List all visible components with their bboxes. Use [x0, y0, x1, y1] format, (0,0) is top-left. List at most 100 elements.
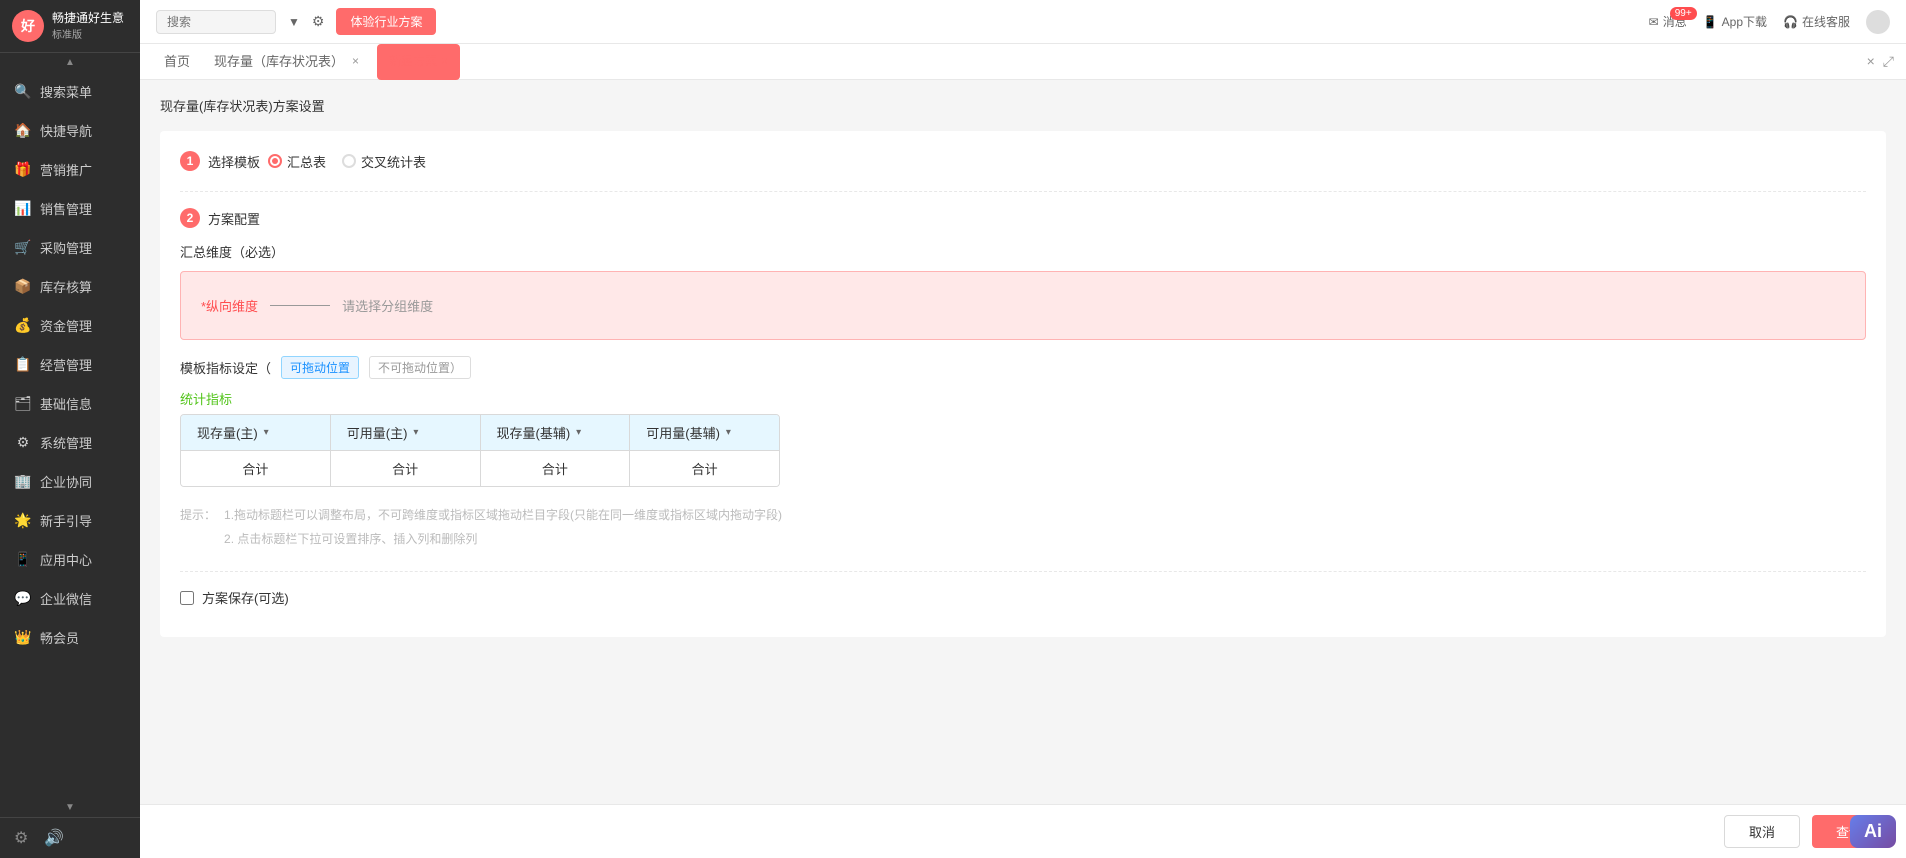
app-name: 畅捷通好生意	[52, 11, 124, 27]
app-logo: 好 畅捷通好生意 标准版	[0, 0, 140, 53]
step1-badge: 1	[180, 151, 200, 171]
radio-cross[interactable]: 交叉统计表	[342, 152, 426, 171]
sidebar-item-member[interactable]: 👑 畅会员	[0, 618, 140, 657]
sidebar-item-label: 新手引导	[40, 511, 92, 530]
dimension-box[interactable]: *纵向维度 请选择分组维度	[180, 271, 1866, 340]
radio-summary[interactable]: 汇总表	[268, 152, 326, 171]
basic-info-icon: 🗂	[14, 395, 32, 413]
stats-col-inventory-main[interactable]: 现存量(主) ▾	[181, 415, 331, 450]
col-available-aux-chevron[interactable]: ▾	[726, 427, 731, 438]
step1-title: 选择模板	[208, 152, 260, 171]
online-service-btn[interactable]: 🎧 在线客服	[1783, 13, 1850, 30]
page-title: 现存量(库存状况表)方案设置	[160, 96, 1886, 115]
divider2	[180, 571, 1866, 572]
sidebar-item-label: 库存核算	[40, 277, 92, 296]
col-available-main-chevron[interactable]: ▾	[413, 427, 418, 438]
sidebar-item-basic-info[interactable]: 🗂 基础信息	[0, 384, 140, 423]
footer: 取消 查询	[140, 804, 1906, 858]
sidebar-item-label: 应用中心	[40, 550, 92, 569]
stats-col-available-main[interactable]: 可用量(主) ▾	[331, 415, 481, 450]
sidebar-item-label: 采购管理	[40, 238, 92, 257]
dimension-line	[270, 305, 330, 306]
stats-body-row: 合计 合计 合计 合计	[181, 450, 779, 486]
app-edition: 标准版	[52, 26, 124, 41]
sidebar-settings-icon[interactable]: ⚙	[14, 828, 28, 848]
tip2: 提示： 2. 点击标题栏下拉可设置排序、插入列和删除列	[180, 527, 1866, 551]
col-inventory-aux-label: 现存量(基辅)	[497, 423, 571, 442]
drag-position-badge: 可拖动位置	[281, 356, 359, 379]
sidebar-item-enterprise[interactable]: 🏢 企业协同	[0, 462, 140, 501]
dimension-section-label: 汇总维度（必选）	[180, 242, 1866, 261]
col-inventory-main-label: 现存量(主)	[197, 423, 258, 442]
sidebar-item-sales[interactable]: 📊 销售管理	[0, 189, 140, 228]
sidebar-sound-icon[interactable]: 🔊	[44, 828, 64, 848]
messages-btn[interactable]: ✉ 消息 99+	[1649, 13, 1687, 30]
stats-table: 现存量(主) ▾ 可用量(主) ▾ 现存量(基辅) ▾	[180, 414, 780, 487]
tab-home-label: 首页	[164, 51, 190, 70]
save-checkbox[interactable]	[180, 591, 194, 605]
purchase-icon: 🛒	[14, 239, 32, 257]
tab-inventory-status[interactable]: 现存量（库存状况表） ×	[202, 44, 373, 80]
sidebar-item-finance[interactable]: 💰 资金管理	[0, 306, 140, 345]
sidebar-item-newbie[interactable]: 🌟 新手引导	[0, 501, 140, 540]
search-input[interactable]	[156, 10, 276, 34]
wechat-icon: 💬	[14, 590, 32, 608]
tab-new-label: 新建方案	[389, 52, 437, 69]
app-name-block: 畅捷通好生意 标准版	[52, 11, 124, 42]
user-avatar[interactable]	[1866, 10, 1890, 34]
operation-icon: 📋	[14, 356, 32, 374]
window-close-icon[interactable]: ×	[1867, 53, 1875, 70]
newbie-icon: 🌟	[14, 512, 32, 530]
cancel-button[interactable]: 取消	[1724, 815, 1800, 848]
quick-nav-icon: 🏠	[14, 122, 32, 140]
marketing-icon: 🎁	[14, 161, 32, 179]
app-download-label: App下载	[1722, 13, 1767, 30]
header-settings-icon[interactable]: ⚙	[312, 13, 325, 30]
radio-cross-dot	[342, 154, 356, 168]
template-settings: 模板指标设定（ 可拖动位置 不可拖动位置）	[180, 356, 1866, 379]
system-icon: ⚙	[14, 434, 32, 452]
tab-inventory-close[interactable]: ×	[350, 54, 361, 68]
sidebar-item-purchase[interactable]: 🛒 采购管理	[0, 228, 140, 267]
step1-section: 1 选择模板 汇总表 交叉统计表	[180, 151, 1866, 171]
search-menu-icon: 🔍	[14, 83, 32, 101]
app-center-icon: 📱	[14, 551, 32, 569]
app-logo-icon: 好	[12, 10, 44, 42]
tab-home[interactable]: 首页	[152, 44, 202, 80]
sidebar-item-marketing[interactable]: 🎁 营销推广	[0, 150, 140, 189]
stats-col-available-aux[interactable]: 可用量(基辅) ▾	[630, 415, 779, 450]
enterprise-icon: 🏢	[14, 473, 32, 491]
sidebar-item-wechat[interactable]: 💬 企业微信	[0, 579, 140, 618]
save-label: 方案保存(可选)	[202, 588, 289, 607]
header-dropdown-icon[interactable]: ▼	[288, 15, 300, 29]
sidebar-scroll-down[interactable]: ▼	[0, 798, 140, 817]
stats-col-inventory-aux[interactable]: 现存量(基辅) ▾	[481, 415, 631, 450]
tips-section: 提示： 1.拖动标题栏可以调整布局，不可跨维度或指标区域拖动栏目字段(只能在同一…	[180, 503, 1866, 551]
sidebar-item-quick-nav[interactable]: 🏠 快捷导航	[0, 111, 140, 150]
tip2-text: 2. 点击标题栏下拉可设置排序、插入列和删除列	[224, 527, 477, 551]
sidebar-item-label: 系统管理	[40, 433, 92, 452]
ai-badge[interactable]: Ai	[1850, 815, 1896, 848]
tab-new-close-icon[interactable]: ×	[441, 54, 448, 68]
sidebar-item-system[interactable]: ⚙ 系统管理	[0, 423, 140, 462]
app-download-btn[interactable]: 📱 App下载	[1703, 13, 1767, 30]
sidebar-scroll-up[interactable]: ▲	[0, 53, 140, 72]
stats-label: 统计指标	[180, 389, 1866, 408]
radio-summary-dot	[268, 154, 282, 168]
col-inventory-aux-chevron[interactable]: ▾	[576, 427, 581, 438]
sidebar-bottom: ⚙ 🔊	[0, 817, 140, 858]
experience-btn[interactable]: 体验行业方案	[336, 8, 436, 35]
radio-summary-label: 汇总表	[287, 152, 326, 171]
col-available-aux-label: 可用量(基辅)	[646, 423, 720, 442]
stats-section: 统计指标 现存量(主) ▾ 可用量(主) ▾	[180, 389, 1866, 487]
window-expand-icon[interactable]: ⤢	[1883, 53, 1894, 70]
sidebar-item-inventory[interactable]: 📦 库存核算	[0, 267, 140, 306]
step1-header: 1 选择模板 汇总表 交叉统计表	[180, 151, 1866, 171]
tab-new-scheme[interactable]: 新建方案 ×	[377, 44, 460, 80]
sidebar-item-operation[interactable]: 📋 经营管理	[0, 345, 140, 384]
sidebar-item-search-menu[interactable]: 🔍 搜索菜单	[0, 72, 140, 111]
save-section: 方案保存(可选)	[180, 588, 1866, 607]
sidebar-item-label: 畅会员	[40, 628, 79, 647]
sidebar-item-app-center[interactable]: 📱 应用中心	[0, 540, 140, 579]
col-inventory-main-chevron[interactable]: ▾	[264, 427, 269, 438]
